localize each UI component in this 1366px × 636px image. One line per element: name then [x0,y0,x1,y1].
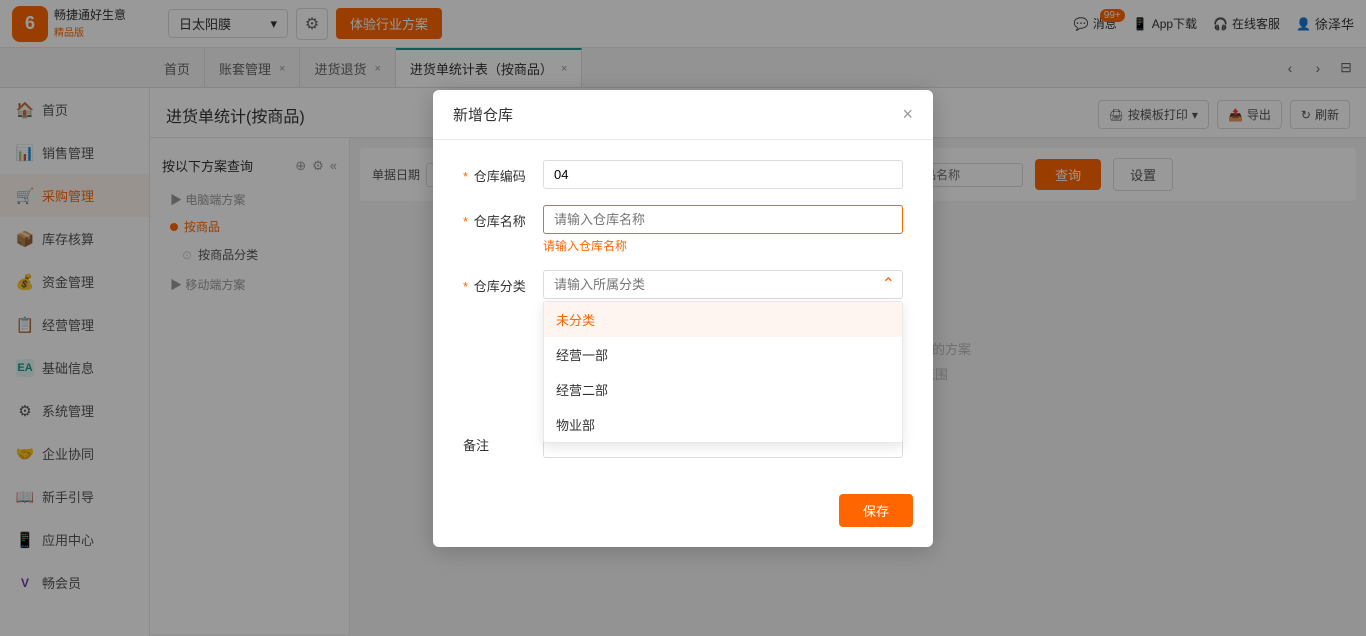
dropdown-item-1[interactable]: 经营一部 [544,337,902,372]
warehouse-name-row: * 仓库名称 请输入仓库名称 [463,205,903,254]
modal-overlay: 新增仓库 × * 仓库编码 * 仓库名称 [0,0,1366,636]
notes-label: 备注 [463,429,543,454]
name-field: 请输入仓库名称 [543,205,903,254]
dropdown-item-3[interactable]: 物业部 [544,407,902,442]
name-input[interactable] [543,205,903,234]
save-button[interactable]: 保存 [839,494,913,527]
category-dropdown: 未分类 经营一部 经营二部 物业部 [543,301,903,443]
dialog-title: 新增仓库 [453,104,513,125]
warehouse-category-row: * 仓库分类 ⌃ 未分类 经营一部 经营二部 物业部 [463,270,903,299]
code-field [543,160,903,189]
dialog-body: * 仓库编码 * 仓库名称 请输入仓库名称 [433,140,933,484]
code-label: * 仓库编码 [463,160,543,185]
dialog-header: 新增仓库 × [433,90,933,140]
dropdown-item-2[interactable]: 经营二部 [544,372,902,407]
category-input[interactable] [543,270,903,299]
name-label: * 仓库名称 [463,205,543,230]
category-label: * 仓库分类 [463,270,543,295]
dialog-close-button[interactable]: × [902,104,913,125]
warehouse-code-row: * 仓库编码 [463,160,903,189]
category-field: ⌃ 未分类 经营一部 经营二部 物业部 [543,270,903,299]
code-input[interactable] [543,160,903,189]
dropdown-item-0[interactable]: 未分类 [544,302,902,337]
dialog-footer: 保存 [433,484,933,547]
new-warehouse-dialog: 新增仓库 × * 仓库编码 * 仓库名称 [433,90,933,547]
name-error-msg: 请输入仓库名称 [543,237,903,254]
